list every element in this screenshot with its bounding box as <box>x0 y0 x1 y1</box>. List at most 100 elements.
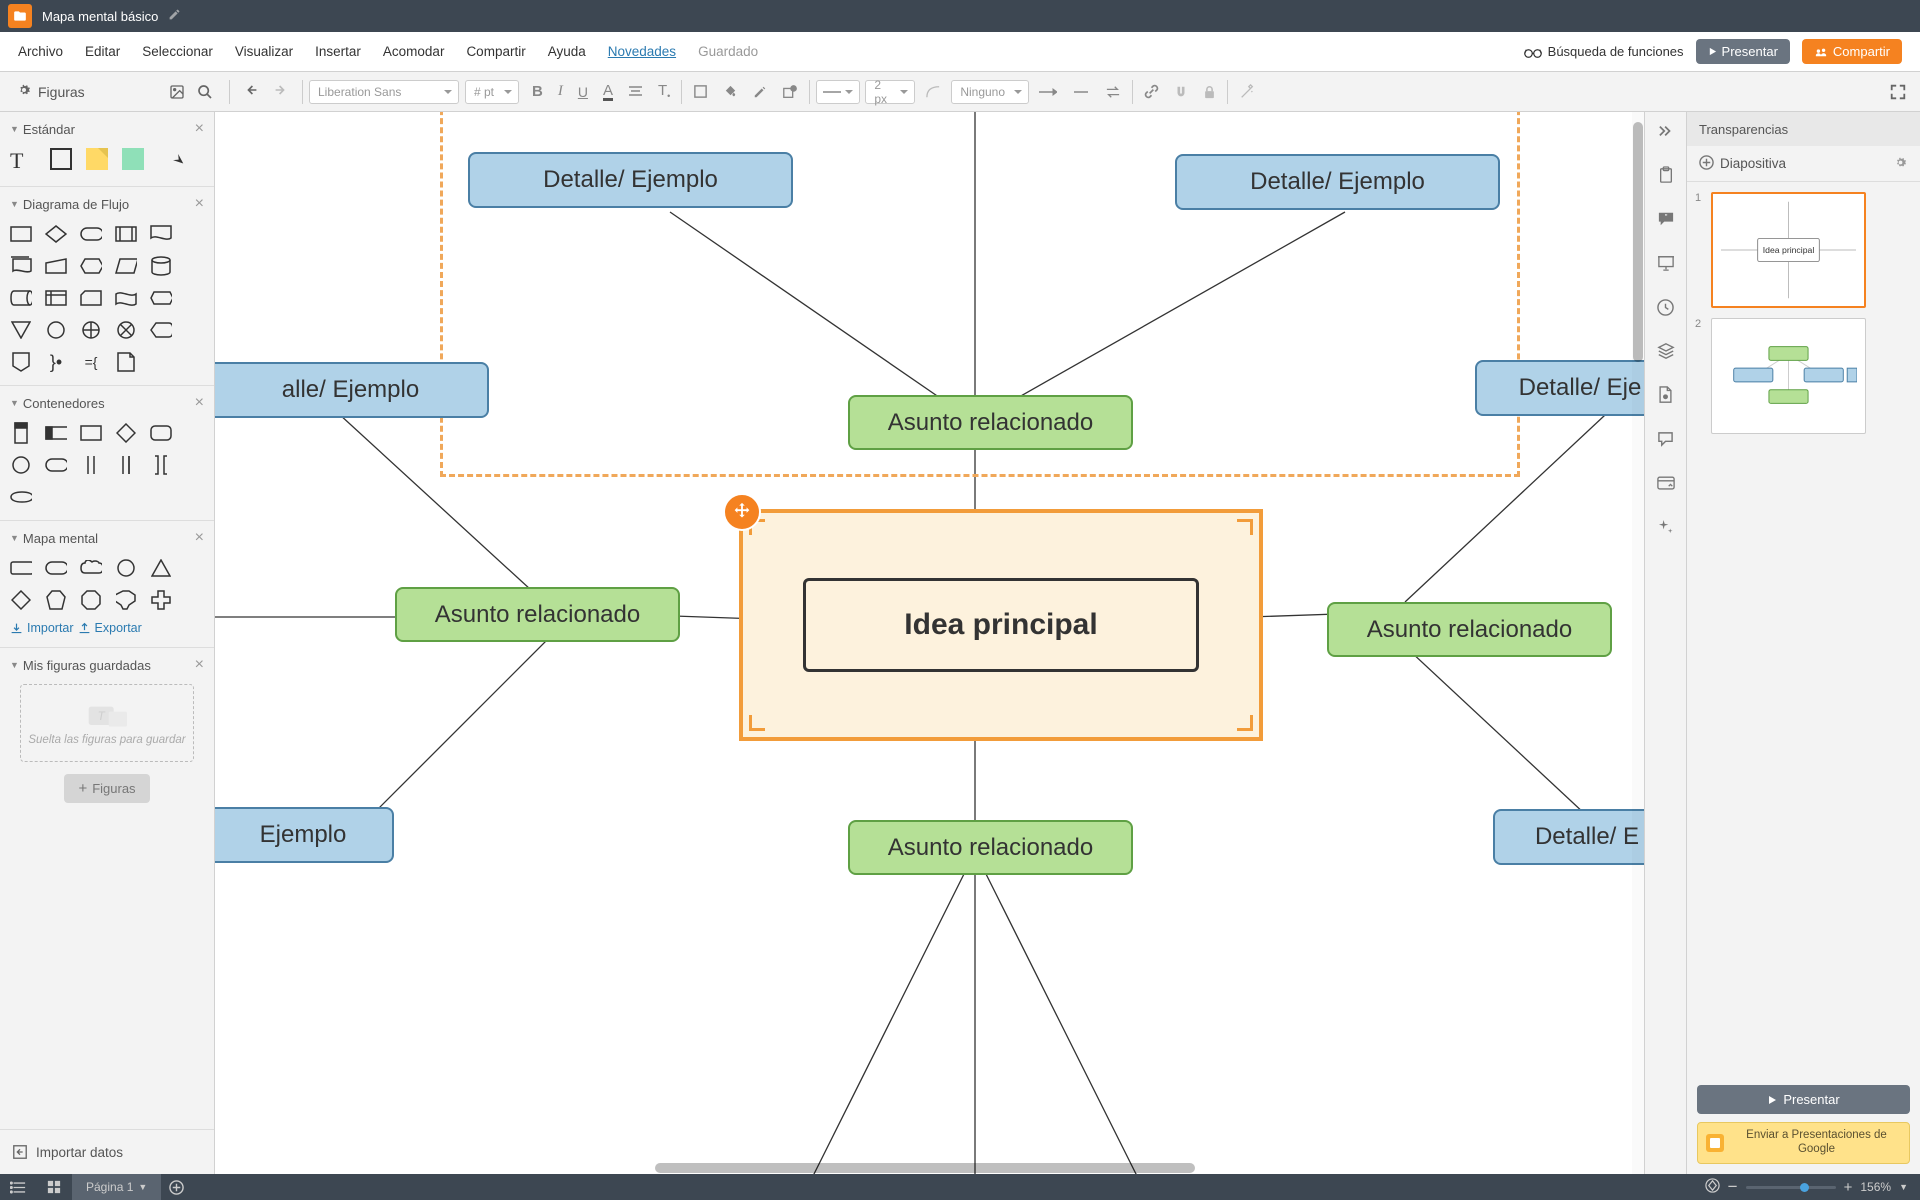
move-handle-icon[interactable] <box>723 493 761 531</box>
mindmap-main-node[interactable]: Idea principal <box>739 509 1263 741</box>
gear-icon[interactable] <box>16 82 32 101</box>
bucket-button[interactable] <box>718 84 743 99</box>
mm-7[interactable] <box>45 589 67 611</box>
scrollbar-horizontal[interactable] <box>215 1162 1644 1174</box>
menu-visualizar[interactable]: Visualizar <box>235 44 293 59</box>
flow-intern[interactable] <box>45 287 67 309</box>
scrollbar-vertical[interactable] <box>1632 112 1644 1174</box>
text-format-button[interactable]: T• <box>653 82 675 101</box>
cont-9[interactable] <box>115 454 137 476</box>
swap-button[interactable] <box>1100 85 1126 99</box>
cont-7[interactable] <box>45 454 67 476</box>
mm-1[interactable] <box>10 557 32 579</box>
cont-11[interactable] <box>10 486 32 508</box>
list-view-icon[interactable] <box>0 1174 36 1200</box>
close-icon[interactable]: × <box>195 394 204 412</box>
flow-card[interactable] <box>80 287 102 309</box>
flow-rect[interactable] <box>10 223 32 245</box>
cont-3[interactable] <box>80 422 102 444</box>
flow-note[interactable] <box>115 351 137 373</box>
block-shape[interactable] <box>122 148 144 170</box>
lock-button[interactable] <box>1198 85 1221 99</box>
import-link[interactable]: Importar <box>10 621 74 635</box>
flow-loop[interactable] <box>150 287 172 309</box>
link-button[interactable] <box>1139 84 1164 99</box>
zoom-in-button[interactable]: + <box>1844 1179 1853 1196</box>
present-button[interactable]: Presentar <box>1696 39 1790 64</box>
menu-ayuda[interactable]: Ayuda <box>548 44 586 59</box>
section-standard[interactable]: ▼Estándar × <box>10 120 204 138</box>
search-icon[interactable] <box>195 82 215 102</box>
saved-drop-zone[interactable]: T Suelta las figuras para guardar <box>20 684 194 762</box>
flow-offpage[interactable] <box>10 351 32 373</box>
mm-5[interactable] <box>150 557 172 579</box>
import-data-button[interactable]: Importar datos <box>0 1129 214 1174</box>
flow-predef[interactable] <box>115 223 137 245</box>
slide-thumbnail-1[interactable]: Idea principal <box>1711 192 1866 308</box>
pencil-button[interactable] <box>748 85 772 99</box>
clipboard-icon[interactable] <box>1655 164 1677 186</box>
feature-search[interactable]: Búsqueda de funciones <box>1524 44 1684 59</box>
flow-prep[interactable] <box>80 255 102 277</box>
flow-manual[interactable] <box>45 255 67 277</box>
mindmap-node-detail[interactable]: Ejemplo <box>215 807 394 863</box>
flow-multdoc[interactable] <box>10 255 32 277</box>
line-type-select[interactable] <box>816 80 860 104</box>
section-flowchart[interactable]: ▼Diagrama de Flujo × <box>10 195 204 213</box>
flow-terminator[interactable] <box>80 223 102 245</box>
mm-3[interactable] <box>80 557 102 579</box>
flow-doc[interactable] <box>150 223 172 245</box>
cont-2[interactable] <box>45 422 67 444</box>
grid-view-icon[interactable] <box>36 1174 72 1200</box>
comment-icon[interactable] <box>1655 428 1677 450</box>
mindmap-node-detail[interactable]: Detalle/ E <box>1493 809 1644 865</box>
undo-button[interactable] <box>246 83 262 100</box>
close-icon[interactable]: × <box>195 120 204 138</box>
zoom-out-button[interactable]: − <box>1728 1177 1738 1197</box>
canvas[interactable]: Detalle/ Ejemplo Detalle/ Ejemplo alle/ … <box>215 112 1644 1174</box>
shape-style-button[interactable] <box>777 84 803 100</box>
font-select[interactable]: Liberation Sans <box>309 80 459 104</box>
flow-tape[interactable] <box>115 287 137 309</box>
cont-4[interactable] <box>115 422 137 444</box>
flow-brace[interactable]: }• <box>45 351 67 373</box>
flow-sum[interactable] <box>115 319 137 341</box>
clock-icon[interactable] <box>1655 296 1677 318</box>
align-button[interactable] <box>623 85 648 98</box>
cont-10[interactable] <box>150 454 172 476</box>
menu-novedades[interactable]: Novedades <box>608 44 676 59</box>
close-icon[interactable]: × <box>195 656 204 674</box>
line-curve-button[interactable] <box>920 85 946 99</box>
flow-or[interactable] <box>80 319 102 341</box>
note-shape[interactable] <box>86 148 108 170</box>
menu-insertar[interactable]: Insertar <box>315 44 361 59</box>
help-icon[interactable] <box>1705 1178 1720 1196</box>
text-shape[interactable]: T <box>10 148 36 174</box>
cont-8[interactable] <box>80 454 102 476</box>
mm-10[interactable] <box>150 589 172 611</box>
bold-button[interactable]: B <box>527 83 548 100</box>
chat-quote-icon[interactable]: " <box>1655 208 1677 230</box>
document-icon[interactable] <box>1655 384 1677 406</box>
line-end-select[interactable]: Ninguno <box>951 80 1029 104</box>
close-icon[interactable]: × <box>195 195 204 213</box>
rename-icon[interactable] <box>168 8 181 24</box>
flow-data[interactable] <box>115 255 137 277</box>
zoom-level[interactable]: 156% <box>1860 1180 1891 1194</box>
mindmap-node-related[interactable]: Asunto relacionado <box>848 395 1133 450</box>
send-to-google-slides-button[interactable]: Enviar a Presentaciones de Google <box>1697 1122 1910 1164</box>
folder-icon[interactable] <box>8 4 32 28</box>
fullscreen-button[interactable] <box>1884 83 1912 101</box>
arrow-shape[interactable] <box>153 143 190 180</box>
expand-panel-icon[interactable] <box>1655 120 1677 142</box>
cont-6[interactable] <box>10 454 32 476</box>
gear-icon[interactable] <box>1893 155 1908 173</box>
share-button[interactable]: Compartir <box>1802 39 1902 64</box>
cont-1[interactable] <box>10 422 32 444</box>
add-page-button[interactable] <box>161 1180 191 1195</box>
mm-9[interactable] <box>115 589 137 611</box>
section-containers[interactable]: ▼Contenedores × <box>10 394 204 412</box>
export-link[interactable]: Exportar <box>78 621 142 635</box>
section-saved[interactable]: ▼Mis figuras guardadas × <box>10 656 204 674</box>
mm-8[interactable] <box>80 589 102 611</box>
